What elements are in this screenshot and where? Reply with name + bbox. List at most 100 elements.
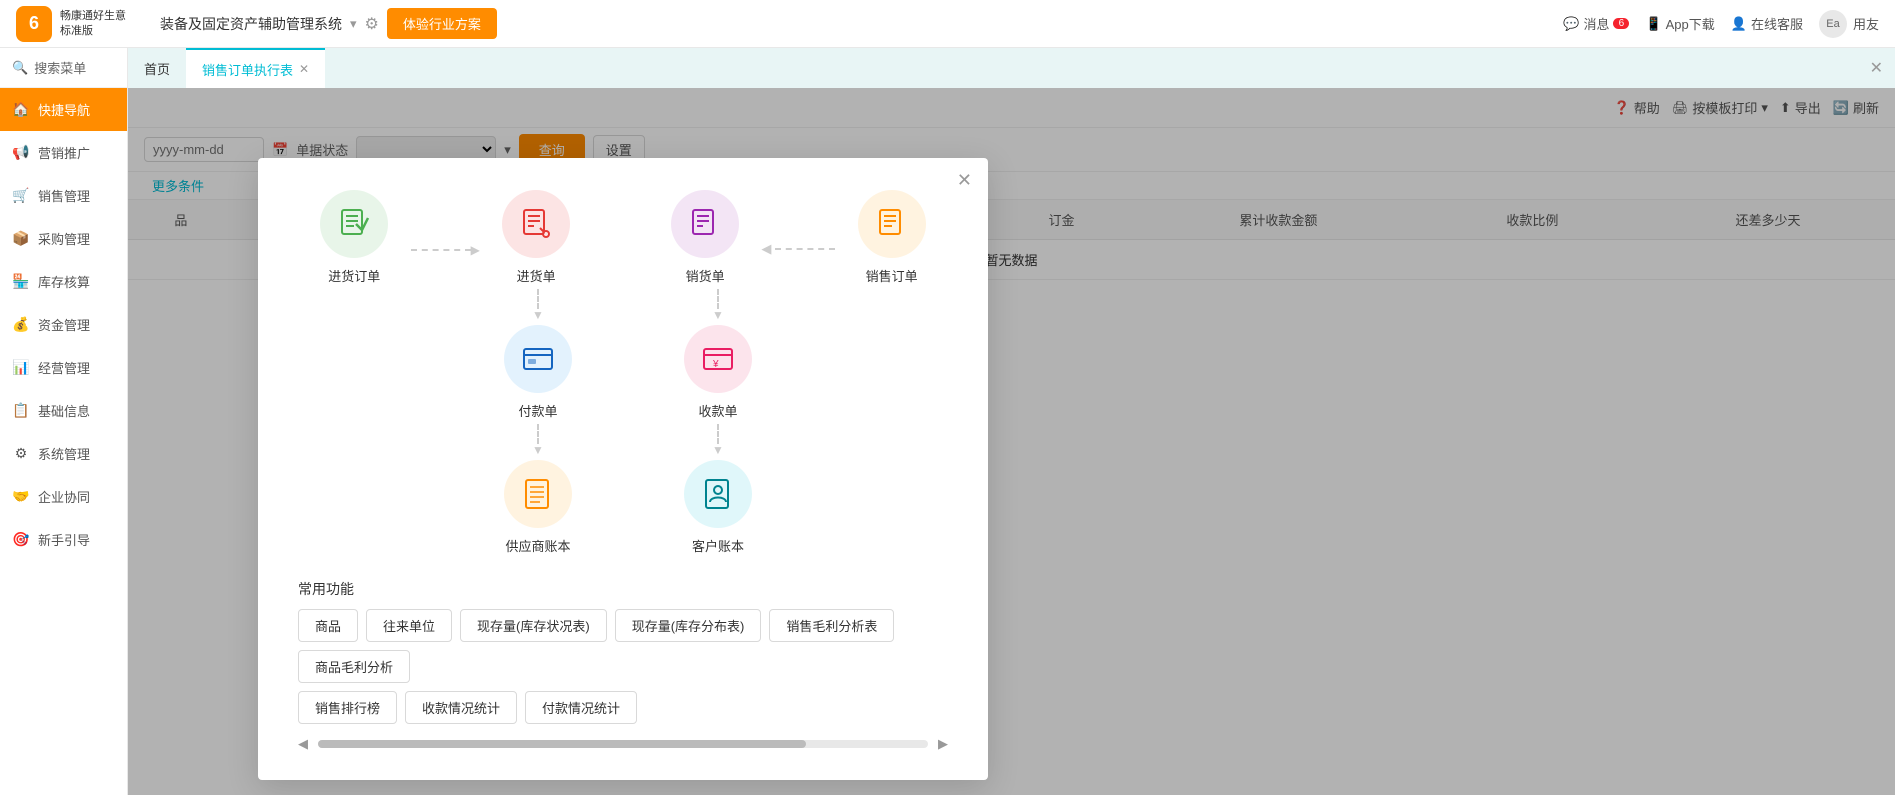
search-icon: 🔍 [12,60,28,76]
sidebar-item-inventory[interactable]: 🏪 库存核算 [0,260,127,303]
sidebar-item-guide[interactable]: 🎯 新手引导 [0,518,127,561]
purchase-bill-circle [502,190,570,258]
purchase-bill-label: 进货单 [517,266,556,285]
func-btn-product-gross[interactable]: 商品毛利分析 [298,650,410,683]
flow-section: 进货订单 ▶ [298,190,948,555]
app-download-btn[interactable]: 📱 App下载 [1645,14,1714,33]
sidebar-item-finance[interactable]: 💰 资金管理 [0,303,127,346]
sales-order-label: 销售订单 [866,266,918,285]
customer-ledger-circle [684,460,752,528]
flow-customer-ledger[interactable]: 客户账本 [658,460,778,555]
flow-payment-bill[interactable]: 付款单 [478,325,598,420]
sales-order-circle [858,190,926,258]
func-btn-sales-gross[interactable]: 销售毛利分析表 [769,609,894,642]
modal-scrollbar: ◀ ▶ [298,740,948,748]
receipt-bill-label: 收款单 [698,401,737,420]
app-wrapper: 6 畅康通好生意 标准版 装备及固定资产辅助管理系统 ▾ ⚙ 体验行业方案 💬 … [0,0,1895,795]
main-area: 🔍 搜索菜单 🏠 快捷导航 📢 营销推广 🛒 销售管理 📦 [0,48,1895,795]
content-main: ❓ 帮助 🖨 按模板打印 ▾ ⬆ 导出 [128,88,1895,795]
search-menu[interactable]: 🔍 搜索菜单 [0,48,127,88]
system-title: 装备及固定资产辅助管理系统 [160,14,342,34]
func-btn-sales-rank[interactable]: 销售排行榜 [298,691,397,724]
guide-icon: 🎯 [12,531,30,549]
system-icon: ⚙ [12,445,30,463]
try-button[interactable]: 体验行业方案 [387,8,497,39]
sidebar-item-cooperation[interactable]: 🤝 企业协同 [0,475,127,518]
func-btn-receipt-stat[interactable]: 收款情况统计 [405,691,517,724]
inventory-icon: 🏪 [12,273,30,291]
modal-overlay[interactable]: ✕ [128,88,1895,795]
tab-home[interactable]: 首页 [128,48,186,88]
flow-purchase-order[interactable]: 进货订单 [298,190,411,285]
common-functions: 常用功能 商品 往来单位 现存量(库存状况表) 现存量(库存分布表) 销售毛利分… [298,579,948,724]
online-service-btn[interactable]: 👤 在线客服 [1731,14,1803,33]
payment-bill-label: 付款单 [518,401,557,420]
message-badge: 6 [1613,18,1629,29]
avatar: Ea [1819,10,1847,38]
sales-bill-label: 销货单 [686,266,725,285]
tab-bar-right: ✕ [1870,58,1895,78]
logo-text: 畅康通好生意 标准版 [60,9,126,38]
func-buttons-row1: 商品 往来单位 现存量(库存状况表) 现存量(库存分布表) 销售毛利分析表 商品… [298,609,948,683]
customer-ledger-label: 客户账本 [692,536,744,555]
sidebar-item-basic-info[interactable]: 📋 基础信息 [0,389,127,432]
logo-area: 6 畅康通好生意 标准版 [16,6,144,42]
flow-receipt-bill[interactable]: ¥ 收款单 [658,325,778,420]
close-all-btn[interactable]: ✕ [1870,60,1883,77]
func-btn-payment-stat[interactable]: 付款情况统计 [525,691,637,724]
arrow-h-1: ▶ [411,243,480,257]
arrow-h-2: ◀ [761,241,835,257]
func-btn-products[interactable]: 商品 [298,609,358,642]
supplier-ledger-circle [504,460,572,528]
message-btn[interactable]: 💬 消息 6 [1563,14,1629,33]
download-icon: 📱 [1645,16,1661,32]
scroll-left-btn[interactable]: ◀ [298,736,308,752]
sidebar-item-operations[interactable]: 📊 经营管理 [0,346,127,389]
flow-supplier-ledger[interactable]: 供应商账本 [478,460,598,555]
sidebar-item-system[interactable]: ⚙ 系统管理 [0,432,127,475]
tab-sales-order[interactable]: 销售订单执行表 ✕ [186,48,325,88]
content-area: 首页 销售订单执行表 ✕ ✕ [128,48,1895,795]
flow-purchase-bill[interactable]: 进货单 [480,190,593,285]
settings-icon[interactable]: ⚙ [365,14,379,34]
scroll-right-btn[interactable]: ▶ [938,736,948,752]
tab-bar: 首页 销售订单执行表 ✕ ✕ [128,48,1895,88]
service-icon: 👤 [1731,16,1747,32]
purchase-icon: 📦 [12,230,30,248]
svg-text:¥: ¥ [712,359,719,370]
finance-icon: 💰 [12,316,30,334]
sidebar-item-quick-nav[interactable]: 🏠 快捷导航 [0,88,127,131]
quick-nav-icon: 🏠 [12,101,30,119]
func-buttons-row2: 销售排行榜 收款情况统计 付款情况统计 [298,691,948,724]
func-btn-stock-dist[interactable]: 现存量(库存分布表) [615,609,762,642]
basic-info-icon: 📋 [12,402,30,420]
flow-sales-order[interactable]: 销售订单 [835,190,948,285]
func-btn-stock-status[interactable]: 现存量(库存状况表) [460,609,607,642]
operations-icon: 📊 [12,359,30,377]
supplier-ledger-label: 供应商账本 [505,536,570,555]
payment-bill-circle [504,325,572,393]
sidebar-item-sales[interactable]: 🛒 销售管理 [0,174,127,217]
cooperation-icon: 🤝 [12,488,30,506]
sidebar: 🔍 搜索菜单 🏠 快捷导航 📢 营销推广 🛒 销售管理 📦 [0,48,128,795]
modal: ✕ [258,158,988,780]
func-btn-partners[interactable]: 往来单位 [366,609,452,642]
top-icons: 💬 消息 6 📱 App下载 👤 在线客服 Ea 用友 [1563,10,1879,38]
scroll-thumb[interactable] [318,740,806,748]
tab-close-icon[interactable]: ✕ [299,62,309,76]
modal-close-btn[interactable]: ✕ [957,170,972,191]
top-middle: 装备及固定资产辅助管理系统 ▾ ⚙ 体验行业方案 [144,8,1563,39]
user-area[interactable]: Ea 用友 [1819,10,1879,38]
receipt-bill-circle: ¥ [684,325,752,393]
message-icon: 💬 [1563,16,1579,32]
sidebar-item-marketing[interactable]: 📢 营销推广 [0,131,127,174]
sidebar-item-purchase[interactable]: 📦 采购管理 [0,217,127,260]
system-dropdown-icon[interactable]: ▾ [350,16,357,32]
logo-icon: 6 [16,6,52,42]
scroll-track [318,740,928,748]
purchase-order-circle [320,190,388,258]
sales-icon: 🛒 [12,187,30,205]
top-bar: 6 畅康通好生意 标准版 装备及固定资产辅助管理系统 ▾ ⚙ 体验行业方案 💬 … [0,0,1895,48]
flow-sales-bill[interactable]: 销货单 [649,190,762,285]
sales-bill-circle [671,190,739,258]
